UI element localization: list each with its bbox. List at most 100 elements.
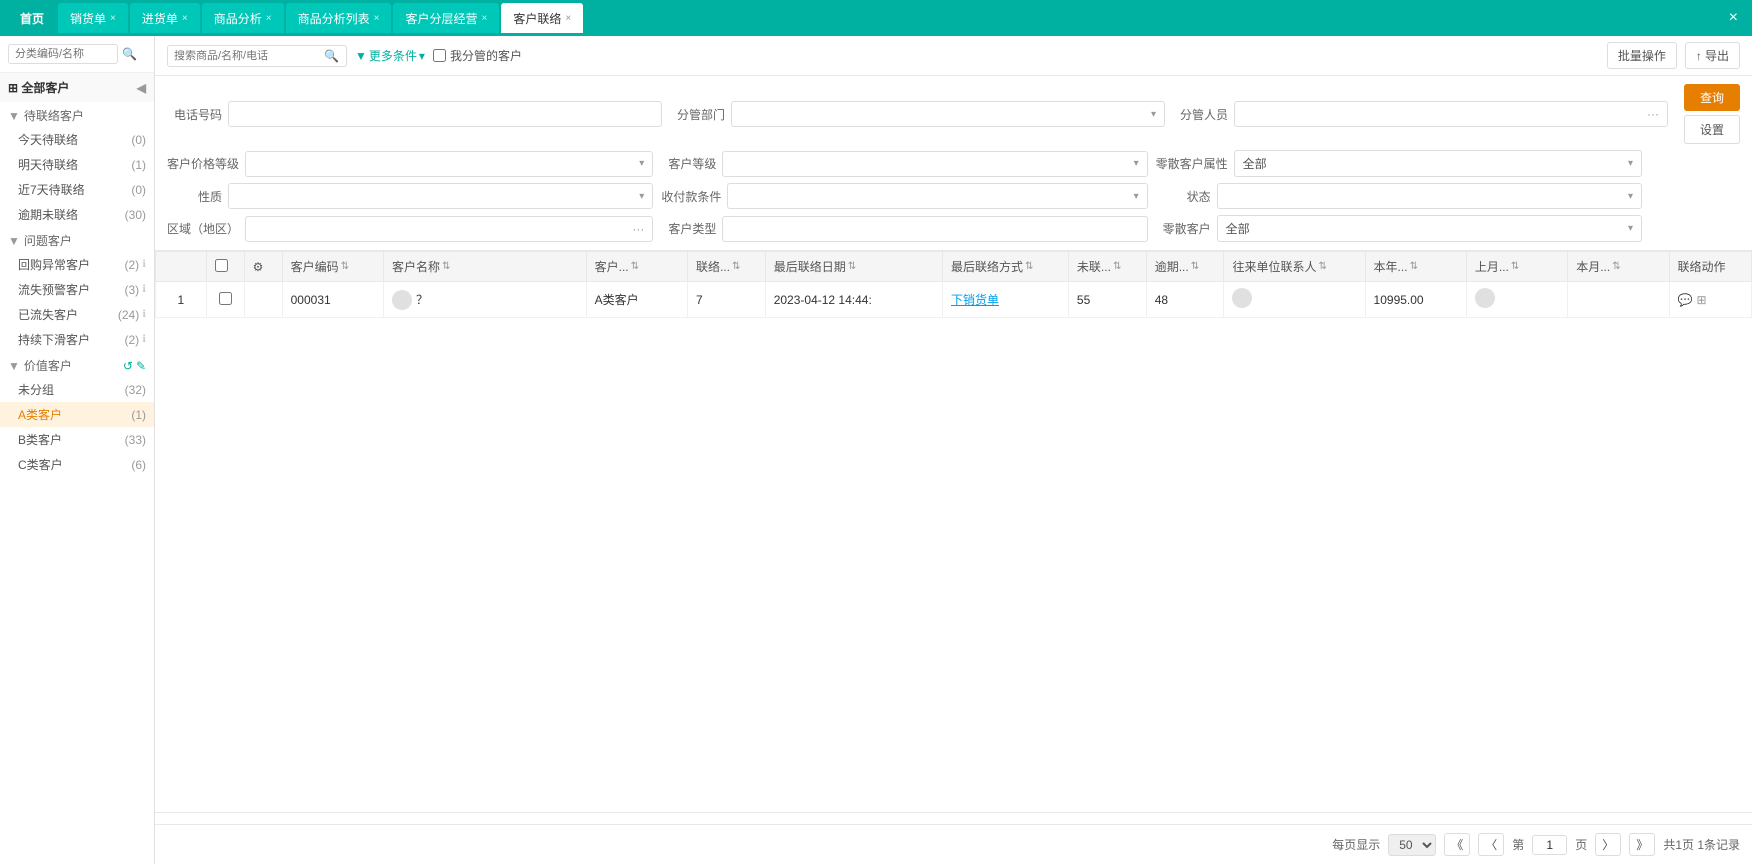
sidebar-item-7days[interactable]: 近7天待联络 (0) bbox=[0, 177, 154, 202]
status-select[interactable]: ▾ bbox=[1217, 183, 1642, 209]
retail-attr-label: 零散客户属性 bbox=[1156, 155, 1228, 172]
payment-select[interactable]: ▾ bbox=[727, 183, 1147, 209]
last-page-button[interactable]: 》 bbox=[1629, 833, 1655, 856]
prev-page-button[interactable]: 〈 bbox=[1478, 833, 1504, 856]
purchase-close-icon[interactable]: × bbox=[182, 13, 188, 24]
filter-search-icon[interactable]: 🔍 bbox=[324, 49, 339, 63]
chat-icon[interactable]: 💬 bbox=[1678, 293, 1693, 307]
phone-input[interactable] bbox=[228, 101, 662, 127]
row-last-method[interactable]: 下销货单 bbox=[943, 282, 1069, 318]
refresh-icon[interactable]: ↺ bbox=[123, 359, 133, 373]
customer-grade-field: 客户等级 ▾ bbox=[661, 151, 1147, 177]
sidebar-item-tomorrow[interactable]: 明天待联络 (1) bbox=[0, 152, 154, 177]
overdue-sort-icon[interactable]: ⇅ bbox=[1191, 261, 1199, 272]
product-analysis-list-close-icon[interactable]: × bbox=[374, 13, 380, 24]
sidebar-item-unclassified[interactable]: 未分组 (32) bbox=[0, 377, 154, 402]
price-grade-select[interactable]: ▾ bbox=[245, 151, 653, 177]
c-class-label: C类客户 bbox=[18, 456, 63, 473]
retail-select[interactable]: 全部▾ bbox=[1217, 215, 1642, 242]
customer-contact-close-icon[interactable]: × bbox=[565, 13, 571, 24]
h-scrollbar[interactable] bbox=[155, 812, 1752, 824]
sidebar-item-churned[interactable]: 已流失客户 (24) ℹ bbox=[0, 302, 154, 327]
row-name: ？ bbox=[383, 282, 586, 318]
filter-more-btn[interactable]: ▼ 更多条件 ▾ bbox=[355, 47, 425, 64]
year-sort-icon[interactable]: ⇅ bbox=[1410, 261, 1418, 272]
retail-attr-select[interactable]: 全部▾ bbox=[1234, 150, 1642, 177]
nav-tab-customer-contact[interactable]: 客户联络 × bbox=[501, 3, 583, 33]
nav-tab-home[interactable]: 首页 bbox=[8, 3, 56, 33]
query-button[interactable]: 查询 bbox=[1684, 84, 1740, 111]
export-button[interactable]: ↑ 导出 bbox=[1685, 42, 1740, 69]
product-analysis-close-icon[interactable]: × bbox=[266, 13, 272, 24]
payment-caret: ▾ bbox=[1134, 191, 1139, 202]
nav-tab-product-analysis[interactable]: 商品分析 × bbox=[202, 3, 284, 33]
customer-type-input[interactable] bbox=[722, 216, 1147, 242]
nav-tab-product-analysis-list[interactable]: 商品分析列表 × bbox=[286, 3, 392, 33]
nav-tab-purchase[interactable]: 进货单 × bbox=[130, 3, 200, 33]
nav-tab-customer-segment[interactable]: 客户分层经营 × bbox=[393, 3, 499, 33]
date-sort-icon[interactable]: ⇅ bbox=[848, 261, 856, 272]
problem-group-label: 问题客户 bbox=[24, 232, 72, 249]
row-unit-contact bbox=[1224, 282, 1365, 318]
customer-grade-select[interactable]: ▾ bbox=[722, 151, 1147, 177]
region-dots[interactable]: ··· bbox=[632, 222, 644, 236]
lastmonth-sort-icon[interactable]: ⇅ bbox=[1511, 261, 1519, 272]
thismonth-sort-icon[interactable]: ⇅ bbox=[1612, 261, 1620, 272]
contact-sort-icon[interactable]: ⇅ bbox=[732, 261, 740, 272]
sidebar-item-repurchase-abnormal[interactable]: 回购异常客户 (2) ℹ bbox=[0, 252, 154, 277]
filter-search-input[interactable] bbox=[174, 50, 324, 62]
sidebar-item-churn-warning[interactable]: 流失预警客户 (3) ℹ bbox=[0, 277, 154, 302]
gear-icon[interactable]: ⚙ bbox=[253, 260, 264, 274]
name-sort-icon[interactable]: ⇅ bbox=[442, 261, 450, 272]
sidebar-item-declining[interactable]: 持续下滑客户 (2) ℹ bbox=[0, 327, 154, 352]
close-all-button[interactable]: × bbox=[1723, 7, 1744, 29]
product-analysis-list-label: 商品分析列表 bbox=[298, 10, 370, 27]
manager-input[interactable]: ··· bbox=[1234, 101, 1668, 127]
sidebar-item-overdue[interactable]: 逾期未联络 (30) bbox=[0, 202, 154, 227]
row-check[interactable] bbox=[206, 282, 244, 318]
value-group-icons[interactable]: ↺ ✎ bbox=[123, 359, 146, 373]
nature-label: 性质 bbox=[167, 188, 222, 205]
region-input[interactable]: ··· bbox=[245, 216, 653, 242]
code-sort-icon[interactable]: ⇅ bbox=[341, 261, 349, 272]
sidebar-item-c-class[interactable]: C类客户 (6) bbox=[0, 452, 154, 477]
customer-segment-close-icon[interactable]: × bbox=[481, 13, 487, 24]
per-page-select[interactable]: 50 bbox=[1388, 834, 1436, 856]
sidebar-search-icon[interactable]: 🔍 bbox=[122, 47, 137, 61]
settings-button[interactable]: 设置 bbox=[1684, 115, 1740, 144]
th-type: 客户... ⇅ bbox=[586, 252, 687, 282]
next-page-button[interactable]: 〉 bbox=[1595, 833, 1621, 856]
grid-icon[interactable]: ⊞ bbox=[1696, 293, 1706, 307]
first-page-button[interactable]: 《 bbox=[1444, 833, 1470, 856]
page-number-input[interactable] bbox=[1532, 835, 1567, 855]
nature-select[interactable]: ▾ bbox=[228, 183, 653, 209]
type-sort-icon[interactable]: ⇅ bbox=[631, 261, 639, 272]
problem-group[interactable]: ▼ 问题客户 bbox=[0, 227, 154, 252]
th-gear[interactable]: ⚙ bbox=[244, 252, 282, 282]
pending-group[interactable]: ▼ 待联络客户 bbox=[0, 102, 154, 127]
dept-select[interactable]: ▾ bbox=[731, 101, 1165, 127]
all-customers-header[interactable]: ⊞ 全部客户 ◀ bbox=[0, 73, 154, 102]
uncontact-sort-icon[interactable]: ⇅ bbox=[1113, 261, 1121, 272]
edit-icon[interactable]: ✎ bbox=[136, 359, 146, 373]
row-type: A类客户 bbox=[586, 282, 687, 318]
sidebar-item-b-class[interactable]: B类客户 (33) bbox=[0, 427, 154, 452]
row-code: 000031 bbox=[282, 282, 383, 318]
row-seq: 1 bbox=[156, 282, 207, 318]
batch-ops-button[interactable]: 批量操作 bbox=[1607, 42, 1677, 69]
home-label: 首页 bbox=[20, 10, 44, 27]
last-method-link[interactable]: 下销货单 bbox=[951, 293, 999, 307]
collapse-icon[interactable]: ◀ bbox=[137, 81, 146, 95]
sidebar-search-input[interactable] bbox=[8, 44, 118, 64]
unit-sort-icon[interactable]: ⇅ bbox=[1318, 261, 1326, 272]
sales-close-icon[interactable]: × bbox=[110, 13, 116, 24]
method-sort-icon[interactable]: ⇅ bbox=[1025, 261, 1033, 272]
nav-tab-sales[interactable]: 销货单 × bbox=[58, 3, 128, 33]
sidebar-item-a-class[interactable]: A类客户 (1) bbox=[0, 402, 154, 427]
row-gear bbox=[244, 282, 282, 318]
manager-dots[interactable]: ··· bbox=[1647, 107, 1659, 121]
my-customer-checkbox[interactable] bbox=[433, 49, 446, 62]
select-all-checkbox[interactable] bbox=[215, 259, 228, 272]
sidebar-item-today[interactable]: 今天待联络 (0) bbox=[0, 127, 154, 152]
row-checkbox[interactable] bbox=[219, 292, 232, 305]
